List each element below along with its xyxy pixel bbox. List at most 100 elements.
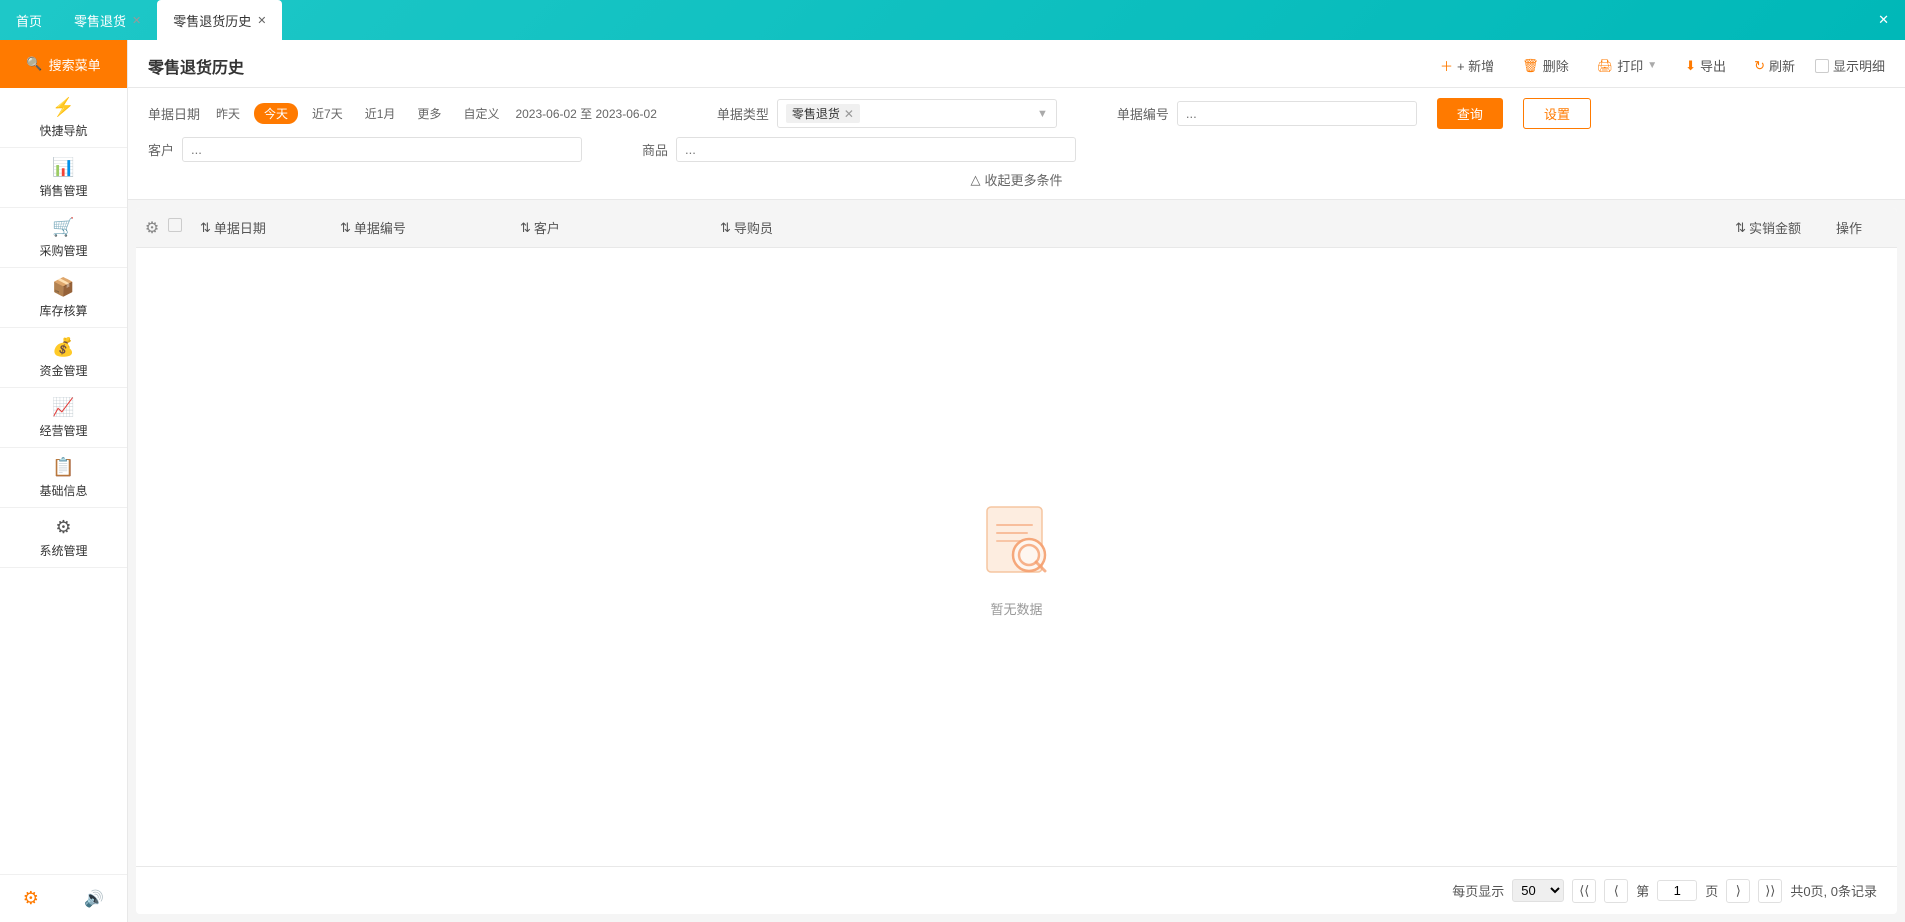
empty-text: 暂无数据 (990, 599, 1042, 618)
date-btn-1month[interactable]: 近1月 (357, 103, 404, 124)
sidebar-item-operation[interactable]: 📈 经营管理 (0, 388, 127, 448)
date-btn-today[interactable]: 今天 (254, 103, 298, 124)
search-icon: 🔍 (26, 56, 42, 72)
volume-icon[interactable]: 🔊 (84, 889, 104, 909)
print-dropdown-icon: ▼ (1647, 60, 1657, 71)
number-filter-item: 单据编号 (1117, 101, 1417, 126)
toolbar: ＋ + 新增 🗑 删除 🖨 打印 ▼ ⬇ 导出 ↻ (1432, 52, 1885, 79)
per-page-label: 每页显示 (1452, 881, 1504, 900)
type-tag-remove[interactable]: ✕ (844, 107, 854, 121)
pagination: 每页显示 50 10 20 100 ⟨⟨ ⟨ 第 页 ⟩ ⟩⟩ 共0页, 0条记… (136, 866, 1897, 914)
date-range-display: 2023-06-02 至 2023-06-02 (515, 105, 656, 122)
date-btn-7days[interactable]: 近7天 (304, 103, 351, 124)
sidebar-search[interactable]: 🔍 搜索菜单 (0, 40, 127, 88)
goods-filter-label: 商品 (642, 140, 668, 159)
export-button[interactable]: ⬇ 导出 (1677, 52, 1734, 79)
collapse-label: 收起更多条件 (984, 170, 1062, 189)
page-last-button[interactable]: ⟩⟩ (1758, 879, 1782, 903)
th-date-sort-icon: ⇅ (200, 220, 211, 236)
display-detail-cb[interactable] (1815, 59, 1829, 73)
type-dropdown-icon: ▼ (1037, 108, 1048, 120)
date-filter-buttons: 昨天 今天 近7天 近1月 更多 自定义 (208, 103, 507, 124)
sidebar-item-inventory[interactable]: 📦 库存核算 (0, 268, 127, 328)
th-action: 操作 (1809, 218, 1889, 237)
delete-button[interactable]: 🗑 删除 (1514, 52, 1577, 79)
total-label: 共0页, 0条记录 (1790, 881, 1877, 900)
type-filter-select[interactable]: 零售退货 ✕ ▼ (777, 99, 1057, 128)
purchase-icon: 🛒 (52, 217, 74, 238)
th-guide-sort-icon: ⇅ (720, 220, 731, 236)
quicknav-icon: ⚡ (52, 97, 74, 118)
delete-icon: 🗑 (1522, 58, 1539, 74)
tab-retail-return-history[interactable]: 零售退货历史 ✕ (157, 0, 282, 40)
filter-area: 单据日期 昨天 今天 近7天 近1月 更多 自定义 2023-06-02 至 2… (128, 88, 1905, 200)
table-settings-icon[interactable]: ⚙ (144, 220, 160, 236)
print-button[interactable]: 🖨 打印 ▼ (1589, 52, 1665, 79)
sidebar-item-basic-label: 基础信息 (39, 482, 87, 499)
th-amount-sort-icon: ⇅ (1735, 220, 1746, 236)
top-bar-close[interactable]: ✕ (1878, 12, 1905, 28)
page-prev-button[interactable]: ⟨ (1604, 879, 1628, 903)
setting-button[interactable]: 设置 (1523, 98, 1591, 129)
sidebar-item-system[interactable]: ⚙ 系统管理 (0, 508, 127, 568)
th-action-label: 操作 (1836, 218, 1862, 237)
th-number-label: 单据编号 (354, 218, 406, 237)
date-filter-label: 单据日期 (148, 104, 200, 123)
table-area: ⚙ ⇅ 单据日期 ⇅ 单据编号 ⇅ 客户 ⇅ 导购员 (136, 208, 1897, 914)
print-icon: 🖨 (1597, 58, 1614, 74)
th-number: ⇅ 单据编号 (332, 218, 512, 237)
empty-state-icon (967, 497, 1067, 587)
sidebar-item-operation-label: 经营管理 (39, 422, 87, 439)
date-btn-custom[interactable]: 自定义 (455, 103, 507, 124)
th-customer: ⇅ 客户 (512, 218, 712, 237)
th-guide: ⇅ 导购员 (712, 218, 1689, 237)
number-filter-input[interactable] (1177, 101, 1417, 126)
refresh-button[interactable]: ↻ 刷新 (1746, 52, 1803, 79)
sidebar-item-sales[interactable]: 📊 销售管理 (0, 148, 127, 208)
new-button[interactable]: ＋ + 新增 (1432, 52, 1502, 79)
tab-retail-return-close[interactable]: ✕ (132, 14, 141, 27)
operation-icon: 📈 (52, 397, 74, 418)
customer-filter-item: 客户 (148, 137, 582, 162)
export-label: 导出 (1700, 56, 1726, 75)
page-label: 第 (1636, 881, 1649, 900)
page-number-input[interactable] (1657, 880, 1697, 901)
date-btn-more[interactable]: 更多 (409, 103, 449, 124)
per-page-select[interactable]: 50 10 20 100 (1512, 879, 1564, 902)
th-customer-label: 客户 (534, 218, 560, 237)
refresh-label: 刷新 (1769, 56, 1795, 75)
sidebar-item-finance[interactable]: 💰 资金管理 (0, 328, 127, 388)
sidebar-item-purchase-label: 采购管理 (39, 242, 87, 259)
table-header-checkbox[interactable] (168, 218, 184, 237)
sidebar-item-quicknav[interactable]: ⚡ 快捷导航 (0, 88, 127, 148)
collapse-button[interactable]: △ 收起更多条件 (970, 170, 1062, 189)
sidebar: 🔍 搜索菜单 ⚡ 快捷导航 📊 销售管理 🛒 采购管理 📦 库存核算 💰 资金管… (0, 40, 128, 922)
sidebar-item-quicknav-label: 快捷导航 (39, 122, 87, 139)
tab-retail-return-label: 零售退货 (74, 11, 126, 30)
tab-home[interactable]: 首页 (0, 0, 58, 40)
page-first-button[interactable]: ⟨⟨ (1572, 879, 1596, 903)
page-suffix: 页 (1705, 881, 1718, 900)
new-icon: ＋ (1440, 56, 1453, 75)
date-filter-item: 单据日期 昨天 今天 近7天 近1月 更多 自定义 2023-06-02 至 2… (148, 103, 657, 124)
tab-retail-return-history-close[interactable]: ✕ (257, 14, 266, 27)
sidebar-item-basic[interactable]: 📋 基础信息 (0, 448, 127, 508)
print-label: 打印 (1617, 56, 1643, 75)
settings-bottom-icon[interactable]: ⚙ (23, 888, 39, 909)
display-detail-checkbox[interactable]: 显示明细 (1815, 56, 1885, 75)
sidebar-item-purchase[interactable]: 🛒 采购管理 (0, 208, 127, 268)
tab-retail-return[interactable]: 零售退货 ✕ (58, 0, 157, 40)
export-icon: ⬇ (1685, 58, 1696, 74)
tab-retail-return-history-label: 零售退货历史 (173, 11, 251, 30)
customer-filter-input[interactable] (182, 137, 582, 162)
page-title: 零售退货历史 (148, 54, 1432, 78)
sidebar-bottom: ⚙ 🔊 (0, 874, 127, 922)
inventory-icon: 📦 (52, 277, 74, 298)
sidebar-item-inventory-label: 库存核算 (39, 302, 87, 319)
goods-filter-input[interactable] (676, 137, 1076, 162)
query-button[interactable]: 查询 (1437, 98, 1503, 129)
page-next-button[interactable]: ⟩ (1726, 879, 1750, 903)
sidebar-item-sales-label: 销售管理 (39, 182, 87, 199)
date-btn-yesterday[interactable]: 昨天 (208, 103, 248, 124)
delete-label: 删除 (1543, 56, 1569, 75)
